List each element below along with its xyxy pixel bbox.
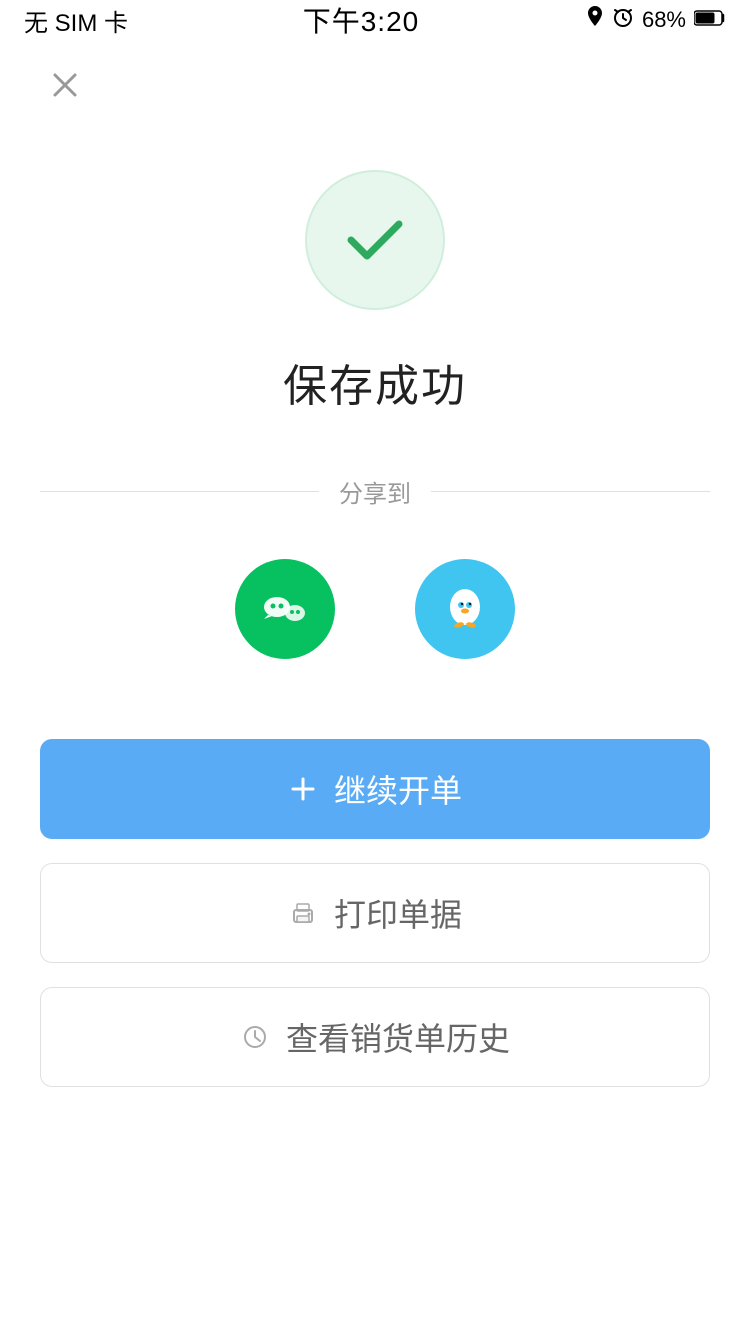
share-label: 分享到 [339, 474, 411, 509]
share-wechat-button[interactable] [235, 559, 335, 659]
success-icon-circle [305, 170, 445, 310]
close-button[interactable] [40, 60, 90, 110]
history-label: 查看销货单历史 [286, 1014, 510, 1060]
battery-icon [694, 7, 726, 33]
clock-icon [240, 1022, 270, 1052]
plus-icon [288, 774, 318, 804]
main-content: 保存成功 分享到 [0, 110, 750, 1334]
continue-order-button[interactable]: 继续开单 [40, 739, 710, 839]
share-qq-button[interactable] [415, 559, 515, 659]
share-divider: 分享到 [40, 474, 710, 509]
battery-text: 68% [642, 7, 686, 33]
status-time: 下午3:20 [303, 0, 420, 40]
location-icon [586, 6, 604, 34]
divider-left [40, 491, 319, 492]
status-left: 无 SIM 卡 [24, 3, 136, 38]
share-section: 分享到 [40, 474, 710, 659]
alarm-icon [612, 6, 634, 34]
success-title: 保存成功 [283, 350, 467, 414]
check-icon [339, 204, 411, 276]
qq-icon [435, 579, 495, 639]
continue-order-label: 继续开单 [334, 766, 462, 812]
status-right: 68% [586, 6, 726, 34]
printer-icon [288, 898, 318, 928]
carrier-text: 无 SIM 卡 [24, 3, 128, 38]
print-button[interactable]: 打印单据 [40, 863, 710, 963]
share-icons [235, 559, 515, 659]
status-bar: 无 SIM 卡 下午3:20 68% [0, 0, 750, 40]
action-buttons: 继续开单 打印单据 查看销货单历史 [40, 739, 710, 1087]
wechat-icon [255, 579, 315, 639]
history-button[interactable]: 查看销货单历史 [40, 987, 710, 1087]
divider-right [431, 491, 710, 492]
print-label: 打印单据 [334, 890, 462, 936]
